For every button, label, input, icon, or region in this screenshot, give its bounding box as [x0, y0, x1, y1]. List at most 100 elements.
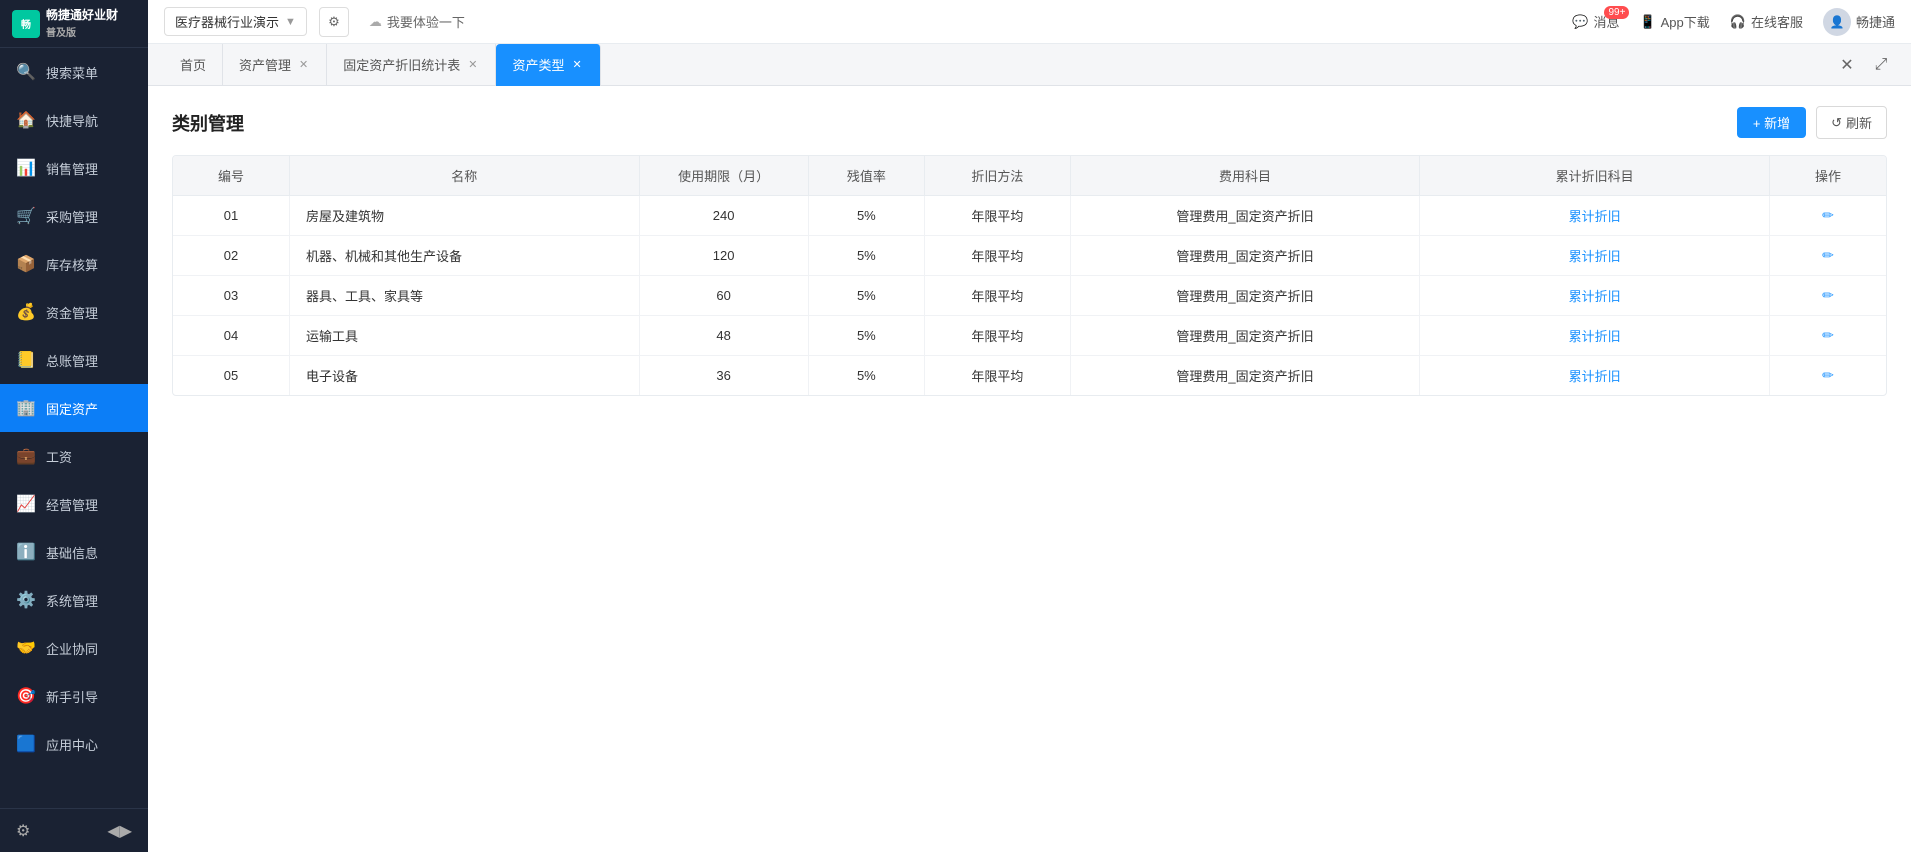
sidebar-logo: 畅 畅捷通好业财 普及版 [0, 0, 148, 48]
sidebar-item-label: 应用中心 [46, 735, 98, 754]
row-residual: 5% [808, 356, 925, 396]
app-download-button[interactable]: 📱 App下载 [1639, 12, 1709, 31]
company-name: 医疗器械行业演示 [175, 12, 279, 31]
row-accumulated: 累计折旧 [1420, 196, 1770, 236]
settings-icon[interactable]: ⚙ [16, 821, 30, 841]
salary-icon: 💼 [16, 446, 36, 466]
sidebar-item-guide[interactable]: 🎯 新手引导 [0, 672, 148, 720]
tab-asset-mgmt[interactable]: 资产管理 ✕ [223, 44, 327, 86]
row-method: 年限平均 [925, 316, 1071, 356]
row-name: 机器、机械和其他生产设备 [290, 236, 640, 276]
sidebar-item-operations[interactable]: 📈 经营管理 [0, 480, 148, 528]
tab-asset-mgmt-close[interactable]: ✕ [297, 56, 310, 73]
page-header: 类别管理 + 新增 ↺ 刷新 [172, 106, 1887, 139]
close-tab-button[interactable]: ✕ [1833, 51, 1861, 79]
sidebar-item-sales[interactable]: 📊 销售管理 [0, 144, 148, 192]
col-name: 名称 [290, 156, 640, 196]
sidebar-item-funds[interactable]: 💰 资金管理 [0, 288, 148, 336]
guide-icon: 🎯 [16, 686, 36, 706]
col-accumulated: 累计折旧科目 [1420, 156, 1770, 196]
trial-button[interactable]: ☁ 我要体验一下 [369, 12, 465, 31]
row-period: 240 [639, 196, 808, 236]
tab-actions: ✕ ⤢ [1833, 51, 1895, 79]
sidebar-item-purchase[interactable]: 🛒 采购管理 [0, 192, 148, 240]
row-method: 年限平均 [925, 356, 1071, 396]
edit-icon[interactable]: ✏ [1822, 247, 1834, 263]
sidebar-item-label: 系统管理 [46, 591, 98, 610]
tab-home[interactable]: 首页 [164, 44, 223, 86]
home-icon: 🏠 [16, 110, 36, 130]
row-accumulated: 累计折旧 [1420, 276, 1770, 316]
maximize-button[interactable]: ⤢ [1867, 51, 1895, 79]
sidebar-item-system[interactable]: ⚙️ 系统管理 [0, 576, 148, 624]
funds-icon: 💰 [16, 302, 36, 322]
edit-icon[interactable]: ✏ [1822, 367, 1834, 383]
trial-text: 我要体验一下 [387, 12, 465, 31]
sidebar-item-cooperation[interactable]: 🤝 企业协同 [0, 624, 148, 672]
sidebar-item-ledger[interactable]: 📒 总账管理 [0, 336, 148, 384]
row-expense: 管理费用_固定资产折旧 [1070, 196, 1420, 236]
ledger-icon: 📒 [16, 350, 36, 370]
refresh-button[interactable]: ↺ 刷新 [1816, 106, 1887, 139]
tab-fixed-depreciation[interactable]: 固定资产折旧统计表 ✕ [327, 44, 496, 86]
sidebar-item-label: 销售管理 [46, 159, 98, 178]
sidebar-item-label: 基础信息 [46, 543, 98, 562]
sidebar-item-search[interactable]: 🔍 搜索菜单 [0, 48, 148, 96]
sidebar-item-label: 采购管理 [46, 207, 98, 226]
sidebar-item-basic[interactable]: ℹ️ 基础信息 [0, 528, 148, 576]
company-selector[interactable]: 医疗器械行业演示 ▼ [164, 7, 307, 36]
app-download-label: App下载 [1661, 12, 1710, 31]
user-profile[interactable]: 👤 畅捷通 [1823, 8, 1895, 36]
tab-asset-type[interactable]: 资产类型 ✕ [496, 44, 600, 86]
sidebar-item-label: 固定资产 [46, 399, 98, 418]
sidebar-item-label: 企业协同 [46, 639, 98, 658]
message-button[interactable]: 💬 消息 99+ [1572, 12, 1619, 31]
sidebar-item-apps[interactable]: 🟦 应用中心 [0, 720, 148, 768]
inventory-icon: 📦 [16, 254, 36, 274]
row-method: 年限平均 [925, 236, 1071, 276]
operations-icon: 📈 [16, 494, 36, 514]
chevron-down-icon: ▼ [285, 16, 296, 28]
new-button[interactable]: + 新增 [1737, 107, 1806, 138]
col-expense: 费用科目 [1070, 156, 1420, 196]
row-id: 03 [173, 276, 290, 316]
table-row: 04 运输工具 48 5% 年限平均 管理费用_固定资产折旧 累计折旧 ✏ [173, 316, 1886, 356]
search-icon: 🔍 [16, 62, 36, 82]
username: 畅捷通 [1856, 12, 1895, 31]
refresh-icon: ↺ [1831, 115, 1842, 131]
row-method: 年限平均 [925, 276, 1071, 316]
row-name: 运输工具 [290, 316, 640, 356]
row-expense: 管理费用_固定资产折旧 [1070, 236, 1420, 276]
row-action: ✏ [1769, 196, 1886, 236]
table-header: 编号 名称 使用期限（月） 残值率 折旧方法 费用科目 累计折旧科目 操作 [173, 156, 1886, 196]
refresh-label: 刷新 [1846, 113, 1872, 132]
topbar-right: 💬 消息 99+ 📱 App下载 🎧 在线客服 👤 畅捷通 [1572, 8, 1895, 36]
online-service-button[interactable]: 🎧 在线客服 [1730, 12, 1803, 31]
row-id: 05 [173, 356, 290, 396]
table-header-row: 编号 名称 使用期限（月） 残值率 折旧方法 费用科目 累计折旧科目 操作 [173, 156, 1886, 196]
collapse-icon[interactable]: ◀▶ [107, 821, 132, 841]
tab-fixed-depreciation-close[interactable]: ✕ [466, 56, 479, 73]
row-name: 器具、工具、家具等 [290, 276, 640, 316]
tab-asset-type-close[interactable]: ✕ [571, 56, 584, 73]
edit-icon[interactable]: ✏ [1822, 327, 1834, 343]
sidebar-item-salary[interactable]: 💼 工资 [0, 432, 148, 480]
sidebar-item-label: 资金管理 [46, 303, 98, 322]
col-method: 折旧方法 [925, 156, 1071, 196]
message-icon: 💬 [1572, 14, 1588, 30]
sidebar-item-fixed[interactable]: 🏢 固定资产 [0, 384, 148, 432]
settings-button[interactable]: ⚙ [319, 7, 349, 37]
edit-icon[interactable]: ✏ [1822, 207, 1834, 223]
mobile-icon: 📱 [1639, 14, 1655, 30]
row-period: 120 [639, 236, 808, 276]
row-id: 04 [173, 316, 290, 356]
sales-icon: 📊 [16, 158, 36, 178]
sidebar-item-quicknav[interactable]: 🏠 快捷导航 [0, 96, 148, 144]
sidebar-item-inventory[interactable]: 📦 库存核算 [0, 240, 148, 288]
sidebar-item-label: 总账管理 [46, 351, 98, 370]
row-accumulated: 累计折旧 [1420, 236, 1770, 276]
row-period: 48 [639, 316, 808, 356]
cooperation-icon: 🤝 [16, 638, 36, 658]
row-expense: 管理费用_固定资产折旧 [1070, 316, 1420, 356]
edit-icon[interactable]: ✏ [1822, 287, 1834, 303]
